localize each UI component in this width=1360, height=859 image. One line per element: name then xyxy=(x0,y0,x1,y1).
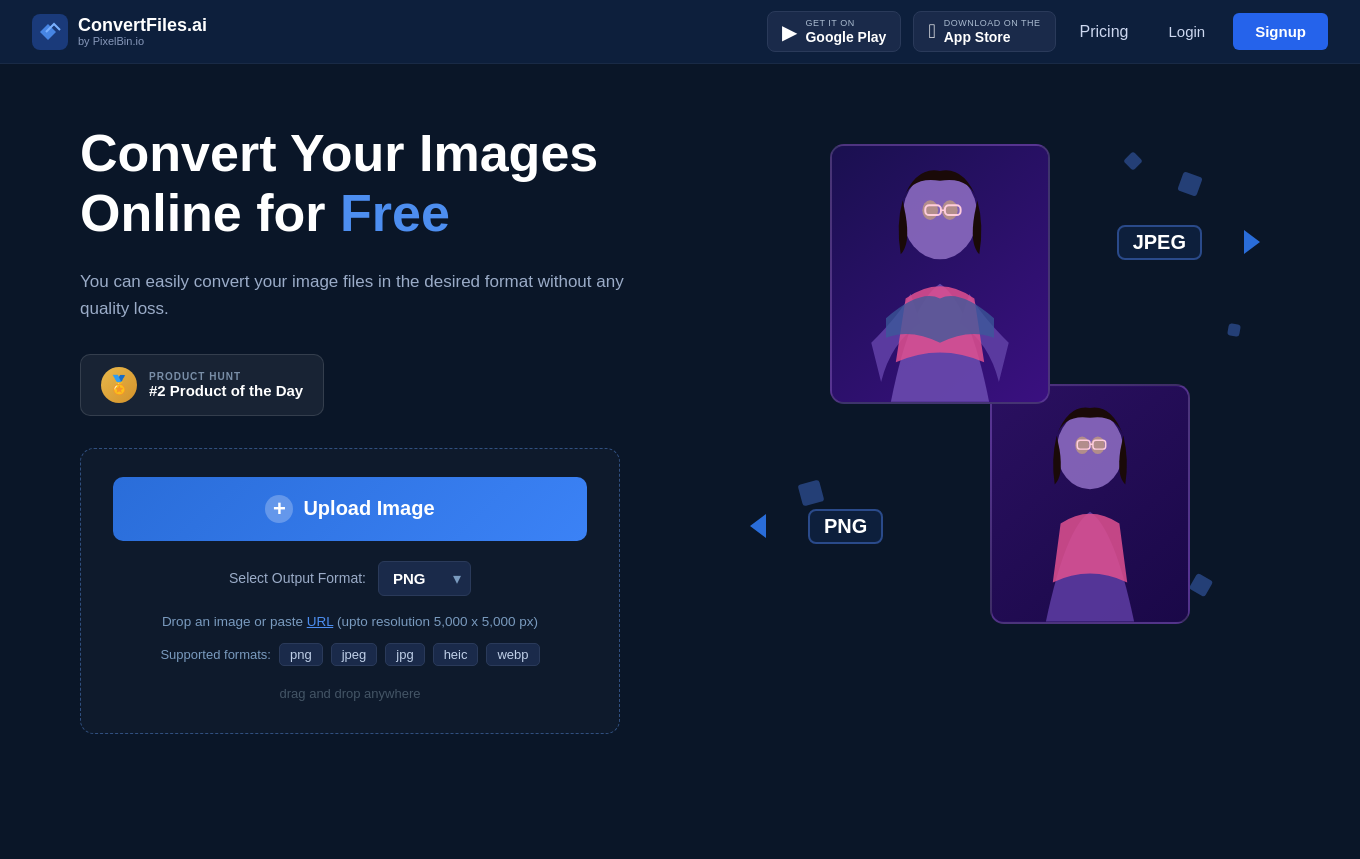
image-frame-top xyxy=(830,144,1050,404)
png-arrow-group: PNG xyxy=(750,508,883,544)
drop-info: Drop an image or paste URL (upto resolut… xyxy=(113,614,587,629)
cube-decoration-4 xyxy=(1189,573,1214,598)
nav-right: ▶ GET IT ON Google Play  Download on th… xyxy=(767,11,1328,53)
product-hunt-badge: 🏅 PRODUCT HUNT #2 Product of the Day xyxy=(80,354,324,416)
google-play-small: GET IT ON xyxy=(805,18,886,29)
drop-text-prefix: Drop an image or paste xyxy=(162,614,307,629)
navbar: ConvertFiles.ai by PixelBin.io ▶ GET IT … xyxy=(0,0,1360,64)
app-store-badge[interactable]:  Download on the App Store xyxy=(913,11,1055,53)
format-select[interactable]: PNG JPEG JPG WEBP HEIC xyxy=(378,561,471,596)
format-tag-png: png xyxy=(279,643,323,666)
upload-button-label: Upload Image xyxy=(303,497,434,520)
select-wrapper: PNG JPEG JPG WEBP HEIC xyxy=(378,561,471,596)
hero-illustration: JPEG xyxy=(800,144,1220,624)
pricing-link[interactable]: Pricing xyxy=(1068,15,1141,49)
right-panel: JPEG xyxy=(740,124,1280,624)
headline-free: Free xyxy=(340,184,450,242)
supported-formats: Supported formats: png jpeg jpg heic web… xyxy=(113,643,587,666)
png-label: PNG xyxy=(808,509,883,544)
google-play-icon: ▶ xyxy=(782,20,797,44)
logo-icon xyxy=(32,14,68,50)
cube-decoration-1 xyxy=(1177,171,1203,197)
format-tag-jpeg: jpeg xyxy=(331,643,378,666)
apple-icon:  xyxy=(928,20,935,43)
google-play-badge[interactable]: ▶ GET IT ON Google Play xyxy=(767,11,901,53)
supported-label: Supported formats: xyxy=(160,647,271,662)
person-illustration-bottom xyxy=(992,386,1188,622)
google-play-large: Google Play xyxy=(805,29,886,46)
image-frame-bottom xyxy=(990,384,1190,624)
product-hunt-text: PRODUCT HUNT #2 Product of the Day xyxy=(149,371,303,399)
headline-line1: Convert Your Images xyxy=(80,124,598,182)
logo-main-text: ConvertFiles.ai xyxy=(78,16,207,36)
login-link[interactable]: Login xyxy=(1152,15,1221,48)
format-row: Select Output Format: PNG JPEG JPG WEBP … xyxy=(113,561,587,596)
app-store-text: Download on the App Store xyxy=(944,18,1041,46)
jpeg-label: JPEG xyxy=(1117,225,1202,260)
drop-text-suffix: (upto resolution 5,000 x 5,000 px) xyxy=(333,614,538,629)
subtitle: You can easily convert your image files … xyxy=(80,268,640,322)
cube-decoration-5 xyxy=(1227,323,1241,337)
format-tag-heic: heic xyxy=(433,643,479,666)
left-panel: Convert Your Images Online for Free You … xyxy=(80,124,700,734)
main-content: Convert Your Images Online for Free You … xyxy=(0,64,1360,774)
upload-button[interactable]: + Upload Image xyxy=(113,477,587,541)
drag-hint: drag and drop anywhere xyxy=(113,686,587,701)
logo-text: ConvertFiles.ai by PixelBin.io xyxy=(78,16,207,48)
svg-point-9 xyxy=(1057,411,1124,489)
logo[interactable]: ConvertFiles.ai by PixelBin.io xyxy=(32,14,207,50)
upload-box: + Upload Image Select Output Format: PNG… xyxy=(80,448,620,734)
jpeg-arrow-group: JPEG xyxy=(1117,224,1260,260)
headline-line2-prefix: Online for xyxy=(80,184,340,242)
person-illustration-top xyxy=(832,146,1048,402)
arrow-left-icon xyxy=(750,508,800,544)
app-store-large: App Store xyxy=(944,29,1041,46)
format-tag-webp: webp xyxy=(486,643,539,666)
plus-icon: + xyxy=(265,495,293,523)
cube-decoration-2 xyxy=(1123,151,1143,171)
format-label: Select Output Format: xyxy=(229,570,366,586)
cube-decoration-3 xyxy=(798,480,825,507)
logo-sub-text: by PixelBin.io xyxy=(78,35,207,47)
product-hunt-title: #2 Product of the Day xyxy=(149,382,303,399)
signup-button[interactable]: Signup xyxy=(1233,13,1328,50)
arrow-right-icon xyxy=(1210,224,1260,260)
google-play-text: GET IT ON Google Play xyxy=(805,18,886,46)
product-hunt-label: PRODUCT HUNT xyxy=(149,371,303,382)
url-link[interactable]: URL xyxy=(307,614,334,629)
app-store-small: Download on the xyxy=(944,18,1041,29)
format-tag-jpg: jpg xyxy=(385,643,424,666)
headline: Convert Your Images Online for Free xyxy=(80,124,700,244)
product-hunt-medal: 🏅 xyxy=(101,367,137,403)
